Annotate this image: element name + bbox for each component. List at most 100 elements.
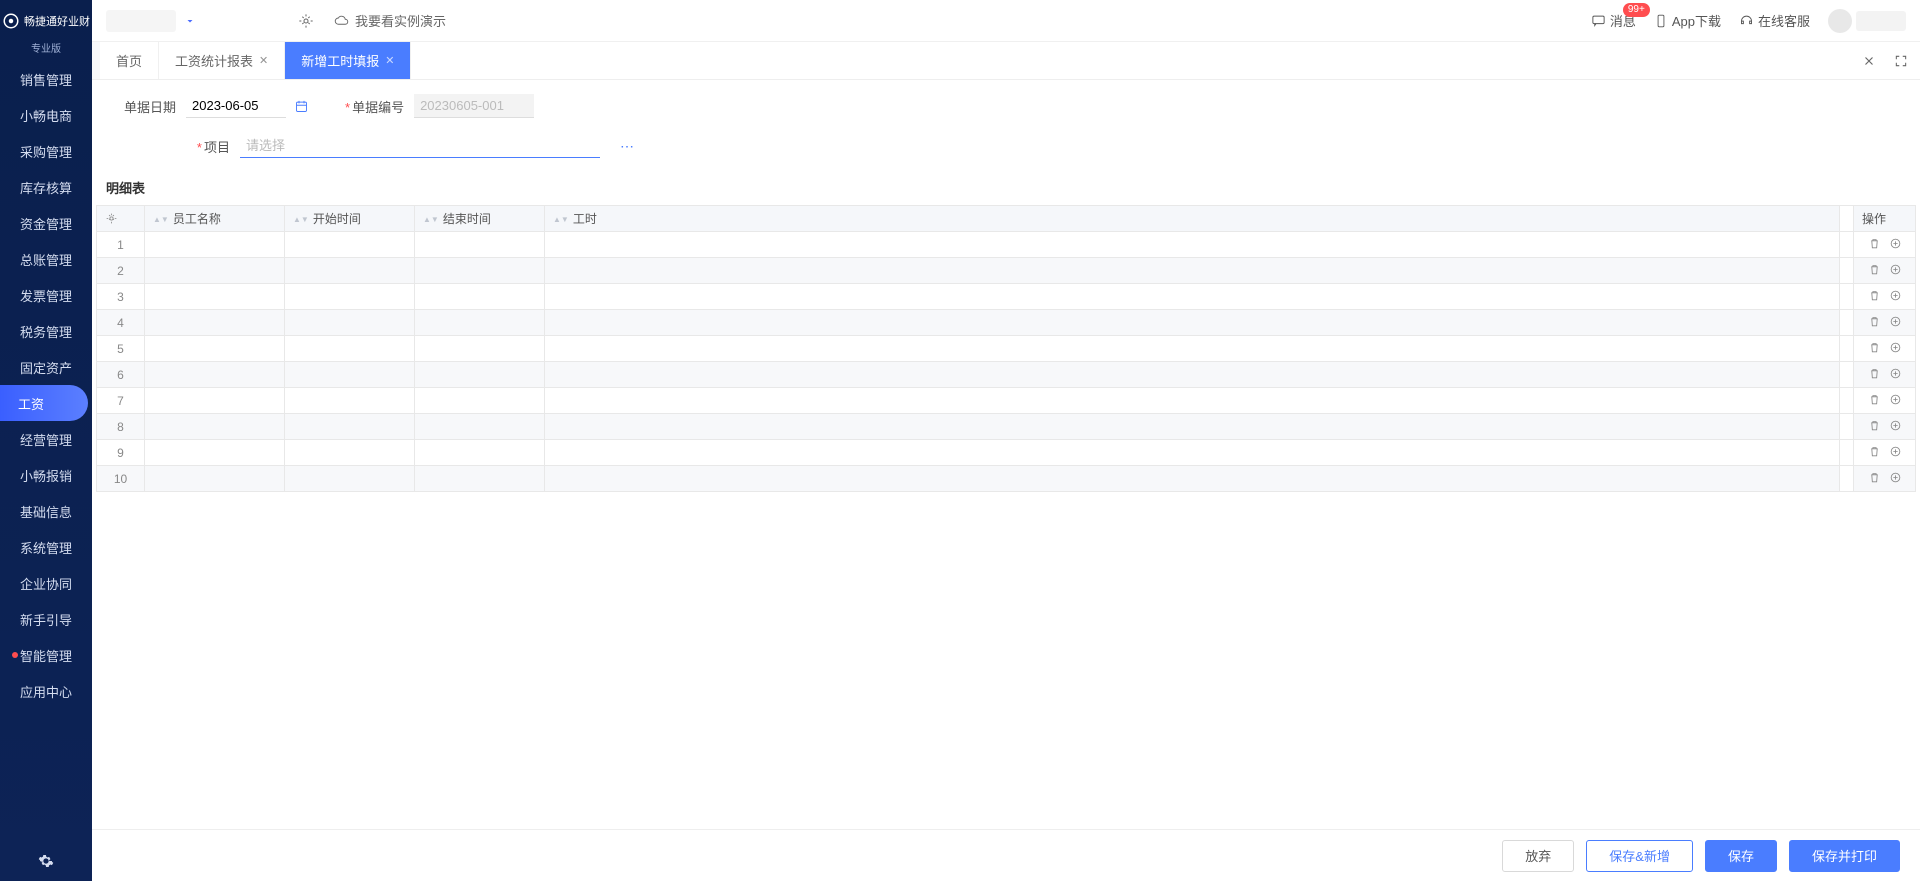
sidebar-item-12[interactable]: 基础信息 [0, 493, 92, 529]
cell-hours[interactable] [545, 414, 1840, 440]
demo-link[interactable]: 我要看实例演示 [334, 11, 446, 30]
cell-employee[interactable] [145, 310, 285, 336]
save-and-print-button[interactable]: 保存并打印 [1789, 840, 1900, 872]
app-download-button[interactable]: App下载 [1654, 11, 1721, 30]
save-and-new-button[interactable]: 保存&新增 [1586, 840, 1693, 872]
row-delete-button[interactable] [1868, 419, 1881, 432]
row-delete-button[interactable] [1868, 367, 1881, 380]
cell-start[interactable] [285, 388, 415, 414]
cell-employee[interactable] [145, 336, 285, 362]
row-delete-button[interactable] [1868, 341, 1881, 354]
cell-end[interactable] [415, 440, 545, 466]
cell-employee[interactable] [145, 284, 285, 310]
tab-1[interactable]: 工资统计报表✕ [159, 42, 285, 79]
cell-employee[interactable] [145, 388, 285, 414]
sidebar-item-4[interactable]: 资金管理 [0, 205, 92, 241]
sidebar-item-7[interactable]: 税务管理 [0, 313, 92, 349]
sidebar-item-3[interactable]: 库存核算 [0, 169, 92, 205]
sidebar-item-8[interactable]: 固定资产 [0, 349, 92, 385]
cell-end[interactable] [415, 310, 545, 336]
sidebar-item-14[interactable]: 企业协同 [0, 565, 92, 601]
row-delete-button[interactable] [1868, 393, 1881, 406]
row-delete-button[interactable] [1868, 263, 1881, 276]
col-start[interactable]: ▲▼开始时间 [285, 206, 415, 232]
fullscreen-button[interactable] [1890, 50, 1912, 72]
save-button[interactable]: 保存 [1705, 840, 1777, 872]
sidebar-item-15[interactable]: 新手引导 [0, 601, 92, 637]
cell-hours[interactable] [545, 336, 1840, 362]
messages-button[interactable]: 消息 99+ [1591, 11, 1636, 30]
sidebar-item-17[interactable]: 应用中心 [0, 673, 92, 709]
cell-start[interactable] [285, 362, 415, 388]
row-add-button[interactable] [1889, 419, 1902, 432]
cell-end[interactable] [415, 336, 545, 362]
org-selector[interactable] [106, 10, 286, 32]
cell-end[interactable] [415, 362, 545, 388]
cell-hours[interactable] [545, 284, 1840, 310]
cell-hours[interactable] [545, 258, 1840, 284]
sidebar-item-5[interactable]: 总账管理 [0, 241, 92, 277]
cell-end[interactable] [415, 414, 545, 440]
cell-end[interactable] [415, 466, 545, 492]
tab-close-all-button[interactable] [1858, 50, 1880, 72]
row-add-button[interactable] [1889, 315, 1902, 328]
tab-close-button[interactable]: ✕ [259, 54, 268, 67]
calendar-icon[interactable] [294, 99, 309, 114]
cell-end[interactable] [415, 258, 545, 284]
cell-employee[interactable] [145, 466, 285, 492]
cell-start[interactable] [285, 258, 415, 284]
row-add-button[interactable] [1889, 393, 1902, 406]
row-delete-button[interactable] [1868, 315, 1881, 328]
project-input[interactable] [240, 134, 600, 158]
row-add-button[interactable] [1889, 237, 1902, 250]
sidebar-item-6[interactable]: 发票管理 [0, 277, 92, 313]
cell-employee[interactable] [145, 362, 285, 388]
sidebar-item-9[interactable]: 工资 [0, 385, 88, 421]
tab-2[interactable]: 新增工时填报✕ [285, 42, 411, 79]
row-add-button[interactable] [1889, 263, 1902, 276]
cell-hours[interactable] [545, 440, 1840, 466]
cell-end[interactable] [415, 388, 545, 414]
row-add-button[interactable] [1889, 289, 1902, 302]
discard-button[interactable]: 放弃 [1502, 840, 1574, 872]
sidebar-item-16[interactable]: 智能管理 [0, 637, 92, 673]
topbar-settings-button[interactable] [298, 13, 314, 29]
sidebar-item-1[interactable]: 小畅电商 [0, 97, 92, 133]
row-add-button[interactable] [1889, 445, 1902, 458]
sidebar-item-2[interactable]: 采购管理 [0, 133, 92, 169]
sidebar-settings-button[interactable] [0, 841, 92, 881]
row-delete-button[interactable] [1868, 471, 1881, 484]
project-lookup-button[interactable]: ⋯ [620, 138, 635, 155]
date-input[interactable] [186, 94, 286, 118]
cell-start[interactable] [285, 440, 415, 466]
tab-0[interactable]: 首页 [100, 42, 159, 79]
col-end[interactable]: ▲▼结束时间 [415, 206, 545, 232]
support-button[interactable]: 在线客服 [1739, 11, 1810, 30]
cell-employee[interactable] [145, 232, 285, 258]
cell-start[interactable] [285, 232, 415, 258]
cell-employee[interactable] [145, 440, 285, 466]
sidebar-item-13[interactable]: 系统管理 [0, 529, 92, 565]
sidebar-item-10[interactable]: 经营管理 [0, 421, 92, 457]
row-delete-button[interactable] [1868, 289, 1881, 302]
cell-end[interactable] [415, 284, 545, 310]
row-add-button[interactable] [1889, 367, 1902, 380]
cell-hours[interactable] [545, 232, 1840, 258]
cell-hours[interactable] [545, 362, 1840, 388]
row-add-button[interactable] [1889, 471, 1902, 484]
row-add-button[interactable] [1889, 341, 1902, 354]
row-delete-button[interactable] [1868, 445, 1881, 458]
col-settings[interactable] [97, 206, 145, 232]
row-delete-button[interactable] [1868, 237, 1881, 250]
cell-employee[interactable] [145, 414, 285, 440]
cell-start[interactable] [285, 336, 415, 362]
cell-employee[interactable] [145, 258, 285, 284]
cell-start[interactable] [285, 414, 415, 440]
col-employee[interactable]: ▲▼员工名称 [145, 206, 285, 232]
cell-hours[interactable] [545, 388, 1840, 414]
user-menu[interactable] [1828, 9, 1906, 33]
cell-start[interactable] [285, 466, 415, 492]
cell-end[interactable] [415, 232, 545, 258]
tab-close-button[interactable]: ✕ [385, 54, 394, 67]
cell-hours[interactable] [545, 466, 1840, 492]
